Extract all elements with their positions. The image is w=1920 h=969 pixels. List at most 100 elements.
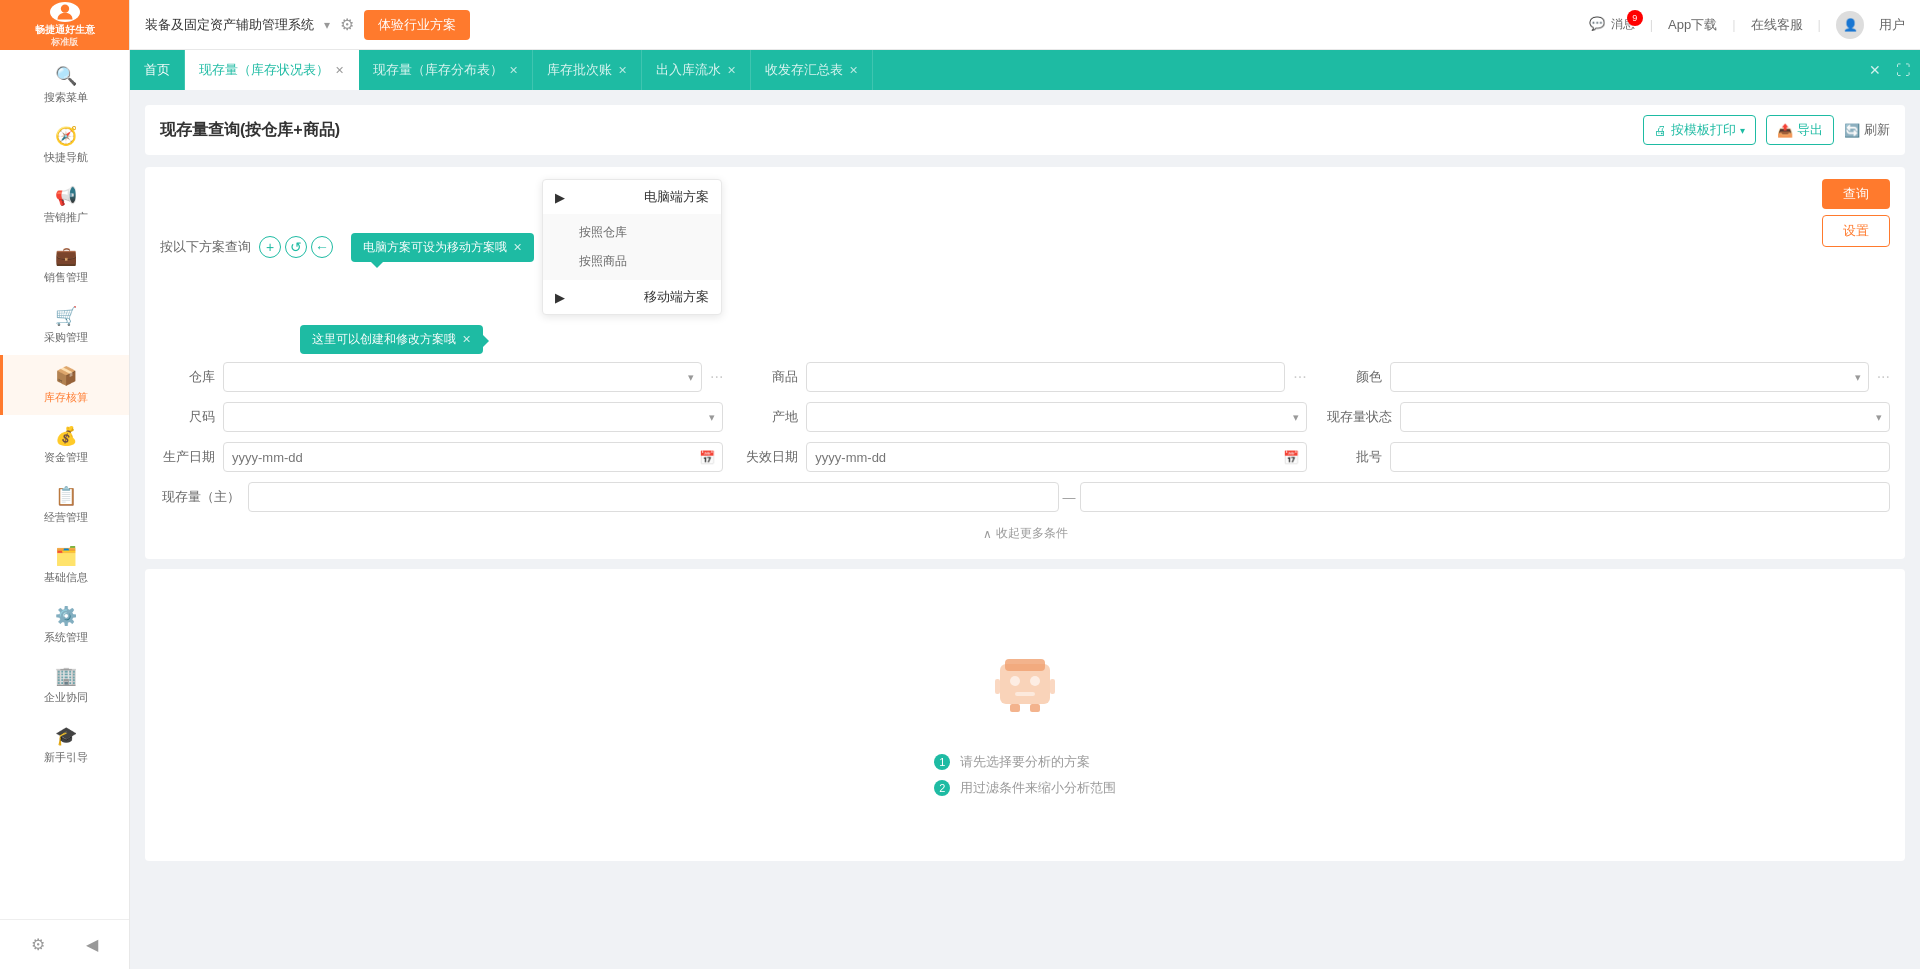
basic-icon: 🗂️ <box>55 545 77 567</box>
page-header-actions: 🖨 按模板打印 ▾ 📤 导出 🔄 刷新 <box>1643 115 1890 145</box>
inv-main-from[interactable] <box>248 482 1059 512</box>
sidebar-nav: 🔍 搜索菜单 🧭 快捷导航 📢 营销推广 💼 销售管理 🛒 采购管理 📦 库存核… <box>0 50 129 919</box>
filter-label: 按以下方案查询 <box>160 238 251 256</box>
color-select[interactable] <box>1390 362 1869 392</box>
filter-row-1: 仓库 ··· 商品 ··· 颜色 ··· <box>160 362 1890 392</box>
system-dropdown-btn[interactable]: ▾ <box>324 18 330 32</box>
scheme-sub-goods[interactable]: 按照商品 <box>567 247 721 276</box>
export-btn[interactable]: 📤 导出 <box>1766 115 1834 145</box>
filter-color: 颜色 ··· <box>1327 362 1890 392</box>
notification-btn[interactable]: 💬 9 消息 <box>1589 16 1635 33</box>
online-support-btn[interactable]: 在线客服 <box>1751 16 1803 34</box>
sidebar-item-label: 基础信息 <box>44 570 88 585</box>
collapse-bar[interactable]: ∧ 收起更多条件 <box>160 520 1890 547</box>
tab-batch-ledger-close[interactable]: ✕ <box>618 65 627 76</box>
back-btn[interactable]: ← <box>311 236 333 258</box>
sidebar-item-search[interactable]: 🔍 搜索菜单 <box>0 55 129 115</box>
color-select-wrap <box>1390 362 1869 392</box>
sidebar-item-basic[interactable]: 🗂️ 基础信息 <box>0 535 129 595</box>
warehouse-more[interactable]: ··· <box>710 368 723 386</box>
add-scheme-btn[interactable]: + <box>259 236 281 258</box>
sidebar-item-finance[interactable]: 💰 资金管理 <box>0 415 129 475</box>
svg-rect-7 <box>1050 679 1055 694</box>
sidebar-item-guide[interactable]: 🎓 新手引导 <box>0 715 129 775</box>
filter-actions: + ↺ ← <box>259 236 333 258</box>
goods-label: 商品 <box>743 368 798 386</box>
sidebar-item-operation[interactable]: 📋 经营管理 <box>0 475 129 535</box>
main-content: 装备及固定资产辅助管理系统 ▾ ⚙ 体验行业方案 💬 9 消息 | App下载 … <box>130 0 1920 969</box>
empty-tip-2-text: 用过滤条件来缩小分析范围 <box>960 780 1116 795</box>
sidebar-collapse-btn[interactable]: ◀ <box>81 930 103 959</box>
empty-tip-1: 1 请先选择要分析的方案 <box>934 749 1116 775</box>
expiry-date-input[interactable] <box>806 442 1306 472</box>
goods-more[interactable]: ··· <box>1293 368 1306 386</box>
filter-prod-date: 生产日期 <box>160 442 723 472</box>
sidebar-item-quicknav[interactable]: 🧭 快捷导航 <box>0 115 129 175</box>
tabbar-right: ✕ ⛶ <box>1864 57 1920 83</box>
tab-inventory-status-close[interactable]: ✕ <box>335 65 344 76</box>
setup-btn[interactable]: 设置 <box>1822 215 1890 247</box>
tab-in-out-flow[interactable]: 出入库流水 ✕ <box>642 50 751 90</box>
size-select[interactable] <box>223 402 723 432</box>
scheme-selector: 电脑方案可设为移动方案哦 ✕ <box>351 233 534 262</box>
sidebar-item-enterprise[interactable]: 🏢 企业协同 <box>0 655 129 715</box>
filter-batch: 批号 <box>1327 442 1890 472</box>
tab-receive-summary[interactable]: 收发存汇总表 ✕ <box>751 50 873 90</box>
query-btn[interactable]: 查询 <box>1822 179 1890 209</box>
filter-expiry-date: 失效日期 <box>743 442 1306 472</box>
sidebar-logo: 畅捷通好生意 标准版 <box>0 0 129 50</box>
prod-date-input[interactable] <box>223 442 723 472</box>
sidebar-item-label: 新手引导 <box>44 750 88 765</box>
svg-rect-8 <box>1010 704 1020 712</box>
collapse-label: 收起更多条件 <box>996 525 1068 542</box>
topbar-settings-btn[interactable]: ⚙ <box>340 15 354 34</box>
tip-dot-2: 2 <box>934 780 950 796</box>
template-print-btn[interactable]: 🖨 按模板打印 ▾ <box>1643 115 1756 145</box>
sidebar-item-marketing[interactable]: 📢 营销推广 <box>0 175 129 235</box>
sidebar-item-inventory[interactable]: 📦 库存核算 <box>0 355 129 415</box>
scheme-desktop-label: 电脑端方案 <box>644 188 709 206</box>
inv-main-to[interactable] <box>1080 482 1891 512</box>
tab-in-out-flow-close[interactable]: ✕ <box>727 65 736 76</box>
inv-status-select[interactable] <box>1400 402 1890 432</box>
origin-select[interactable] <box>806 402 1306 432</box>
tab-batch-ledger[interactable]: 库存批次账 ✕ <box>533 50 642 90</box>
sidebar-item-label: 系统管理 <box>44 630 88 645</box>
tab-inventory-dist-close[interactable]: ✕ <box>509 65 518 76</box>
scheme-tooltip2-close[interactable]: ✕ <box>462 333 471 346</box>
tabbar-expand-btn[interactable]: ⛶ <box>1891 57 1915 83</box>
svg-point-0 <box>60 4 68 12</box>
tab-receive-summary-label: 收发存汇总表 <box>765 61 843 79</box>
goods-input[interactable] <box>806 362 1285 392</box>
color-more[interactable]: ··· <box>1877 368 1890 386</box>
sidebar-item-system[interactable]: ⚙️ 系统管理 <box>0 595 129 655</box>
topbar-left: 装备及固定资产辅助管理系统 ▾ ⚙ 体验行业方案 <box>145 10 470 40</box>
filter-origin: 产地 <box>743 402 1306 432</box>
sidebar: 畅捷通好生意 标准版 🔍 搜索菜单 🧭 快捷导航 📢 营销推广 💼 销售管理 🛒… <box>0 0 130 969</box>
app-download-btn[interactable]: App下载 <box>1668 16 1717 34</box>
purchase-icon: 🛒 <box>55 305 77 327</box>
scheme-item-desktop[interactable]: ▶ 电脑端方案 <box>543 180 721 214</box>
trial-btn[interactable]: 体验行业方案 <box>364 10 470 40</box>
tabbar-close-btn[interactable]: ✕ <box>1864 57 1886 83</box>
sidebar-item-sales[interactable]: 💼 销售管理 <box>0 235 129 295</box>
tab-receive-summary-close[interactable]: ✕ <box>849 65 858 76</box>
warehouse-select[interactable] <box>223 362 702 392</box>
tab-batch-ledger-label: 库存批次账 <box>547 61 612 79</box>
sidebar-settings-btn[interactable]: ⚙ <box>26 930 50 959</box>
tab-home[interactable]: 首页 <box>130 50 185 90</box>
scheme-sub-warehouse[interactable]: 按照仓库 <box>567 218 721 247</box>
sidebar-item-purchase[interactable]: 🛒 采购管理 <box>0 295 129 355</box>
scheme-tooltip-close[interactable]: ✕ <box>513 241 522 254</box>
refresh-btn[interactable]: 🔄 刷新 <box>1844 121 1890 139</box>
scheme-item-mobile[interactable]: ▶ 移动端方案 <box>543 280 721 314</box>
scheme-dropdown: ▶ 电脑端方案 按照仓库 按照商品 ▶ 移动端方案 <box>542 179 722 315</box>
reset-btn[interactable]: ↺ <box>285 236 307 258</box>
tab-inventory-dist[interactable]: 现存量（库存分布表） ✕ <box>359 50 533 90</box>
sep1: | <box>1650 17 1653 32</box>
batch-input[interactable] <box>1390 442 1890 472</box>
user-label[interactable]: 用户 <box>1879 16 1905 34</box>
tab-inventory-status[interactable]: 现存量（库存状况表） ✕ <box>185 50 359 90</box>
expiry-date-label: 失效日期 <box>743 448 798 466</box>
warehouse-label: 仓库 <box>160 368 215 386</box>
